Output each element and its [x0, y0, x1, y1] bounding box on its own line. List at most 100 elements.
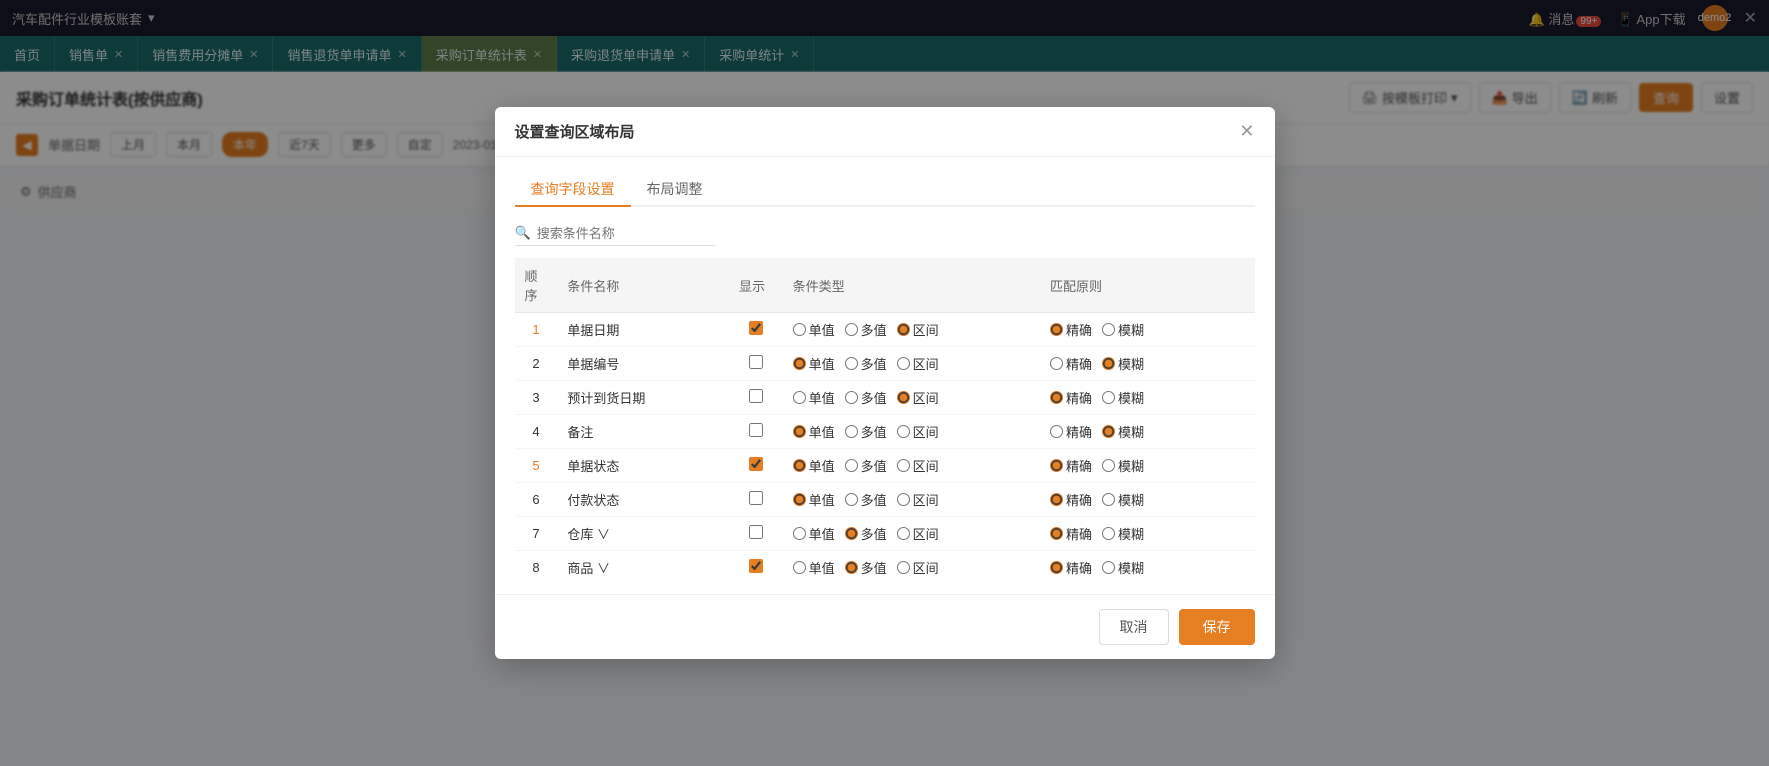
cell-type: 单值多值区间 — [783, 551, 1040, 579]
match-radio-模糊[interactable]: 模糊 — [1102, 388, 1144, 407]
match-radio-精确[interactable]: 精确 — [1050, 422, 1092, 441]
show-checkbox[interactable] — [749, 559, 763, 573]
type-radio-区间[interactable]: 区间 — [897, 558, 939, 577]
type-radio-单值[interactable]: 单值 — [793, 354, 835, 373]
type-radio-单值[interactable]: 单值 — [793, 422, 835, 441]
cell-type: 单值多值区间 — [783, 517, 1040, 551]
show-checkbox[interactable] — [749, 389, 763, 403]
type-radio-多值[interactable]: 多值 — [845, 388, 887, 407]
cell-condition-name: 单据日期 — [557, 313, 729, 347]
match-radio-模糊[interactable]: 模糊 — [1102, 524, 1144, 543]
type-radio-区间[interactable]: 区间 — [897, 456, 939, 475]
type-radio-单值[interactable]: 单值 — [793, 490, 835, 509]
show-checkbox[interactable] — [749, 423, 763, 437]
table-row: 3预计到货日期单值多值区间精确模糊 — [515, 381, 1255, 415]
cancel-button[interactable]: 取消 — [1099, 609, 1169, 645]
type-radio-单值[interactable]: 单值 — [793, 320, 835, 339]
cell-show — [729, 551, 783, 579]
show-checkbox[interactable] — [749, 525, 763, 539]
type-radio-多值[interactable]: 多值 — [845, 320, 887, 339]
type-radio-单值[interactable]: 单值 — [793, 388, 835, 407]
show-checkbox[interactable] — [749, 321, 763, 335]
cell-condition-name: 备注 — [557, 415, 729, 449]
cell-type: 单值多值区间 — [783, 449, 1040, 483]
cell-match: 精确模糊 — [1040, 551, 1255, 579]
modal-tab-layout[interactable]: 布局调整 — [631, 173, 719, 207]
cell-show — [729, 449, 783, 483]
modal-footer: 取消 保存 — [495, 594, 1275, 659]
modal-tabs: 查询字段设置 布局调整 — [515, 173, 1255, 207]
search-box: 🔍 — [515, 221, 715, 246]
match-radio-模糊[interactable]: 模糊 — [1102, 558, 1144, 577]
th-seq: 顺序 — [515, 258, 558, 313]
type-radio-多值[interactable]: 多值 — [845, 490, 887, 509]
modal-title: 设置查询区域布局 — [515, 121, 635, 142]
type-radio-单值[interactable]: 单值 — [793, 524, 835, 543]
cell-show — [729, 313, 783, 347]
match-radio-模糊[interactable]: 模糊 — [1102, 456, 1144, 475]
type-radio-区间[interactable]: 区间 — [897, 524, 939, 543]
cell-seq: 1 — [515, 313, 558, 347]
type-radio-多值[interactable]: 多值 — [845, 456, 887, 475]
table-row: 6付款状态单值多值区间精确模糊 — [515, 483, 1255, 517]
type-radio-区间[interactable]: 区间 — [897, 490, 939, 509]
type-radio-区间[interactable]: 区间 — [897, 388, 939, 407]
th-type: 条件类型 — [783, 258, 1040, 313]
cell-show — [729, 381, 783, 415]
type-radio-区间[interactable]: 区间 — [897, 422, 939, 441]
table-row: 1单据日期单值多值区间精确模糊 — [515, 313, 1255, 347]
show-checkbox[interactable] — [749, 457, 763, 471]
match-radio-精确[interactable]: 精确 — [1050, 524, 1092, 543]
match-radio-精确[interactable]: 精确 — [1050, 456, 1092, 475]
conditions-table: 顺序 条件名称 显示 条件类型 匹配原则 — [515, 258, 1255, 578]
type-radio-单值[interactable]: 单值 — [793, 456, 835, 475]
match-radio-精确[interactable]: 精确 — [1050, 558, 1092, 577]
cell-type: 单值多值区间 — [783, 313, 1040, 347]
modal-header: 设置查询区域布局 ✕ — [495, 107, 1275, 157]
modal-tab-query-fields[interactable]: 查询字段设置 — [515, 173, 631, 207]
table-row: 8商品 ∨单值多值区间精确模糊 — [515, 551, 1255, 579]
th-match: 匹配原则 — [1040, 258, 1255, 313]
match-radio-精确[interactable]: 精确 — [1050, 320, 1092, 339]
cell-type: 单值多值区间 — [783, 381, 1040, 415]
save-button[interactable]: 保存 — [1179, 609, 1255, 645]
type-radio-区间[interactable]: 区间 — [897, 354, 939, 373]
match-radio-精确[interactable]: 精确 — [1050, 490, 1092, 509]
match-radio-精确[interactable]: 精确 — [1050, 354, 1092, 373]
cell-seq: 7 — [515, 517, 558, 551]
cell-seq: 5 — [515, 449, 558, 483]
table-row: 7仓库 ∨单值多值区间精确模糊 — [515, 517, 1255, 551]
type-radio-单值[interactable]: 单值 — [793, 558, 835, 577]
type-radio-多值[interactable]: 多值 — [845, 558, 887, 577]
match-radio-模糊[interactable]: 模糊 — [1102, 490, 1144, 509]
type-radio-多值[interactable]: 多值 — [845, 354, 887, 373]
cell-condition-name: 预计到货日期 — [557, 381, 729, 415]
cell-seq: 6 — [515, 483, 558, 517]
search-input[interactable] — [537, 226, 707, 241]
type-radio-多值[interactable]: 多值 — [845, 524, 887, 543]
search-icon: 🔍 — [515, 225, 531, 241]
cell-match: 精确模糊 — [1040, 415, 1255, 449]
conditions-table-scroll: 顺序 条件名称 显示 条件类型 匹配原则 — [515, 258, 1255, 578]
cell-type: 单值多值区间 — [783, 483, 1040, 517]
cell-condition-name: 商品 ∨ — [557, 551, 729, 579]
cell-match: 精确模糊 — [1040, 347, 1255, 381]
type-radio-多值[interactable]: 多值 — [845, 422, 887, 441]
cell-type: 单值多值区间 — [783, 415, 1040, 449]
match-radio-模糊[interactable]: 模糊 — [1102, 422, 1144, 441]
cell-show — [729, 517, 783, 551]
show-checkbox[interactable] — [749, 355, 763, 369]
match-radio-模糊[interactable]: 模糊 — [1102, 320, 1144, 339]
type-radio-区间[interactable]: 区间 — [897, 320, 939, 339]
show-checkbox[interactable] — [749, 491, 763, 505]
cell-seq: 3 — [515, 381, 558, 415]
cell-match: 精确模糊 — [1040, 517, 1255, 551]
cell-condition-name: 仓库 ∨ — [557, 517, 729, 551]
modal-close-button[interactable]: ✕ — [1239, 121, 1254, 142]
match-radio-精确[interactable]: 精确 — [1050, 388, 1092, 407]
cell-condition-name: 付款状态 — [557, 483, 729, 517]
th-name: 条件名称 — [557, 258, 729, 313]
match-radio-模糊[interactable]: 模糊 — [1102, 354, 1144, 373]
table-row: 5单据状态单值多值区间精确模糊 — [515, 449, 1255, 483]
cell-seq: 2 — [515, 347, 558, 381]
